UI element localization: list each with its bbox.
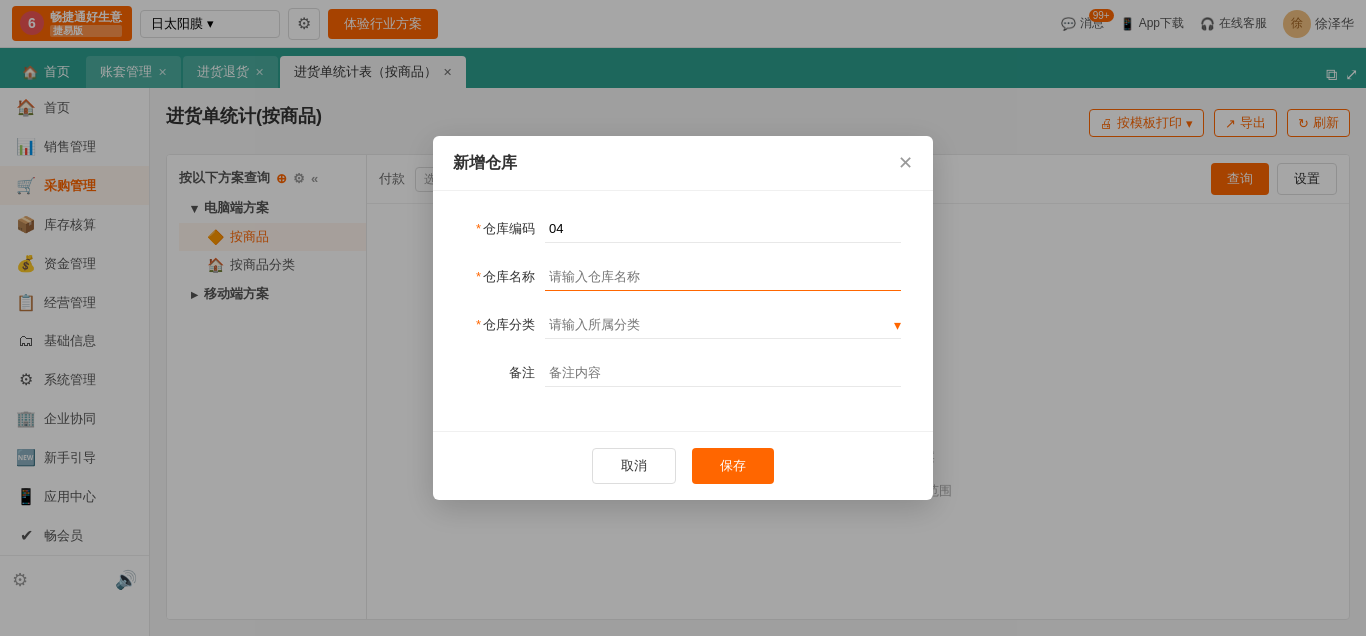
code-label: *仓库编码 — [465, 220, 545, 238]
form-row-category: *仓库分类 ▾ — [465, 311, 901, 339]
category-arrow: ▾ — [894, 317, 901, 333]
name-input[interactable] — [545, 263, 901, 291]
note-label: 备注 — [465, 364, 545, 382]
save-button[interactable]: 保存 — [692, 448, 774, 484]
modal-footer: 取消 保存 — [433, 431, 933, 500]
form-row-name: *仓库名称 — [465, 263, 901, 291]
add-warehouse-modal: 新增仓库 ✕ *仓库编码 *仓库名称 *仓库分类 — [433, 136, 933, 500]
modal-header: 新增仓库 ✕ — [433, 136, 933, 191]
modal-body: *仓库编码 *仓库名称 *仓库分类 ▾ — [433, 191, 933, 431]
category-input[interactable] — [545, 311, 894, 338]
modal-title: 新增仓库 — [453, 153, 517, 174]
code-input[interactable] — [545, 215, 901, 243]
note-input[interactable] — [545, 359, 901, 387]
form-row-code: *仓库编码 — [465, 215, 901, 243]
form-row-note: 备注 — [465, 359, 901, 387]
category-label: *仓库分类 — [465, 316, 545, 334]
modal-close-button[interactable]: ✕ — [898, 152, 913, 174]
modal-overlay: 新增仓库 ✕ *仓库编码 *仓库名称 *仓库分类 — [0, 0, 1366, 636]
category-select[interactable]: ▾ — [545, 311, 901, 339]
cancel-button[interactable]: 取消 — [592, 448, 676, 484]
name-label: *仓库名称 — [465, 268, 545, 286]
